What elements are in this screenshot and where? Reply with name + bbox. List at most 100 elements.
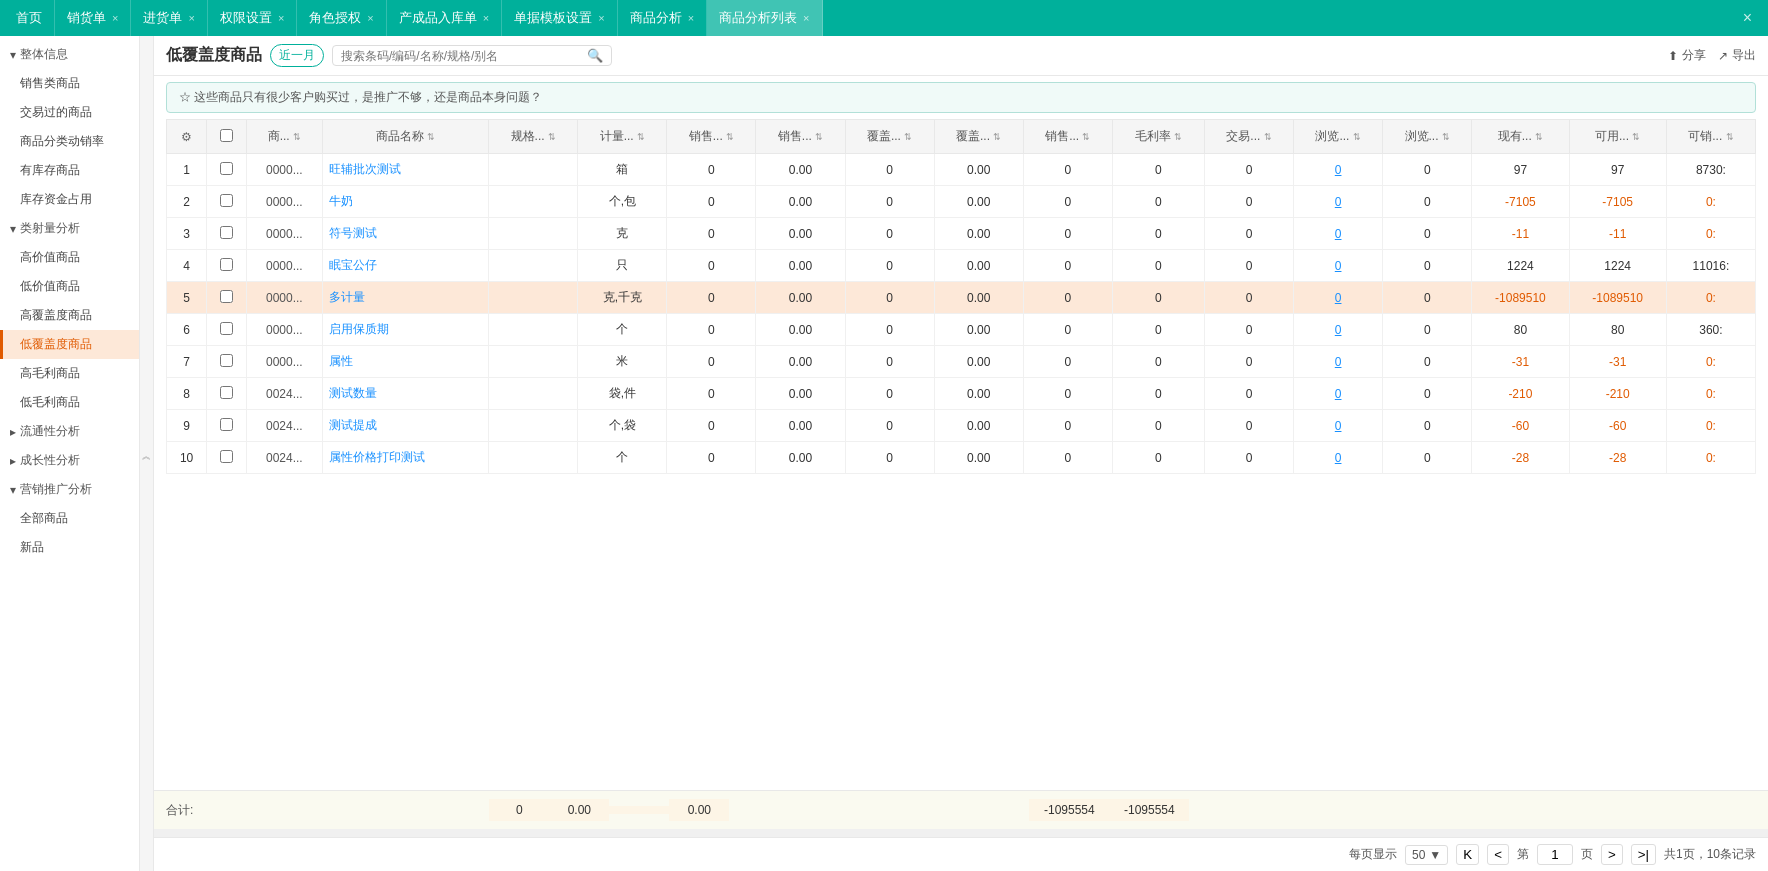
row-checkbox-7[interactable] [220, 386, 233, 399]
nav-tab-product-analysis-list-close[interactable]: × [803, 12, 809, 24]
sidebar-item-low-coverage[interactable]: 低覆盖度商品 [0, 330, 139, 359]
row-name[interactable]: 测试数量 [322, 378, 488, 410]
column-sale-amt[interactable]: 销售... ⇅ [756, 120, 845, 154]
search-icon[interactable]: 🔍 [587, 48, 603, 63]
last-page-button[interactable]: >| [1631, 844, 1656, 865]
global-close-button[interactable]: × [1731, 9, 1764, 27]
nav-tab-product-analysis-list[interactable]: 商品分析列表 × [707, 0, 822, 36]
select-all-checkbox[interactable] [220, 129, 233, 142]
first-page-button[interactable]: K [1456, 844, 1479, 865]
row-browse-count[interactable]: 0 [1294, 186, 1383, 218]
row-browse-count[interactable]: 0 [1294, 378, 1383, 410]
row-name[interactable]: 眠宝公仔 [322, 250, 488, 282]
sidebar-item-low-value[interactable]: 低价值商品 [0, 272, 139, 301]
row-browse-count[interactable]: 0 [1294, 314, 1383, 346]
row-checkbox-8[interactable] [220, 418, 233, 431]
row-checkbox-5[interactable] [220, 322, 233, 335]
nav-tab-sales-close[interactable]: × [112, 12, 118, 24]
export-button[interactable]: ↗ 导出 [1718, 47, 1756, 64]
column-saleable-stock[interactable]: 可销... ⇅ [1666, 120, 1755, 154]
sidebar-item-all-goods[interactable]: 全部商品 [0, 504, 139, 533]
sidebar-item-category-turnover[interactable]: 商品分类动销率 [0, 127, 139, 156]
sidebar-item-high-value[interactable]: 高价值商品 [0, 243, 139, 272]
prev-page-button[interactable]: < [1487, 844, 1509, 865]
row-checkbox-9[interactable] [220, 450, 233, 463]
sidebar-item-in-stock-goods[interactable]: 有库存商品 [0, 156, 139, 185]
row-browse-count[interactable]: 0 [1294, 282, 1383, 314]
row-checkbox-6[interactable] [220, 354, 233, 367]
sidebar-item-high-coverage[interactable]: 高覆盖度商品 [0, 301, 139, 330]
nav-tab-product-analysis-list-label: 商品分析列表 [719, 9, 797, 27]
row-browse-count[interactable]: 0 [1294, 250, 1383, 282]
sidebar-item-low-margin[interactable]: 低毛利商品 [0, 388, 139, 417]
row-checkbox-3[interactable] [220, 258, 233, 271]
column-cover-count[interactable]: 覆盖... ⇅ [845, 120, 934, 154]
nav-tab-product-inbound[interactable]: 产成品入库单 × [387, 0, 502, 36]
column-name[interactable]: 商品名称 ⇅ [322, 120, 488, 154]
column-sale-customer[interactable]: 销售... ⇅ [1023, 120, 1112, 154]
nav-tab-role[interactable]: 角色授权 × [297, 0, 386, 36]
nav-tab-product-analysis[interactable]: 商品分析 × [618, 0, 707, 36]
column-usable-stock[interactable]: 可用... ⇅ [1569, 120, 1666, 154]
row-browse-count[interactable]: 0 [1294, 442, 1383, 474]
date-badge[interactable]: 近一月 [270, 44, 324, 67]
row-browse-count[interactable]: 0 [1294, 154, 1383, 186]
sidebar-item-traded-goods[interactable]: 交易过的商品 [0, 98, 139, 127]
row-name[interactable]: 测试提成 [322, 410, 488, 442]
nav-tab-purchase[interactable]: 进货单 × [131, 0, 207, 36]
nav-tab-template[interactable]: 单据模板设置 × [502, 0, 617, 36]
settings-icon[interactable]: ⚙ [181, 130, 192, 144]
row-name[interactable]: 符号测试 [322, 218, 488, 250]
nav-tab-template-close[interactable]: × [598, 12, 604, 24]
column-settings[interactable]: ⚙ [167, 120, 207, 154]
column-current-stock[interactable]: 现有... ⇅ [1472, 120, 1569, 154]
nav-tab-permission-close[interactable]: × [278, 12, 284, 24]
row-name[interactable]: 牛奶 [322, 186, 488, 218]
nav-tab-permission[interactable]: 权限设置 × [208, 0, 297, 36]
row-name[interactable]: 启用保质期 [322, 314, 488, 346]
nav-tab-home[interactable]: 首页 [4, 0, 55, 36]
column-browse-rate[interactable]: 浏览... ⇅ [1383, 120, 1472, 154]
row-browse-count[interactable]: 0 [1294, 218, 1383, 250]
sidebar-item-stock-capital[interactable]: 库存资金占用 [0, 185, 139, 214]
horizontal-scrollbar[interactable] [154, 829, 1768, 837]
row-browse-count[interactable]: 0 [1294, 410, 1383, 442]
nav-tab-purchase-close[interactable]: × [188, 12, 194, 24]
nav-tab-product-inbound-close[interactable]: × [483, 12, 489, 24]
sidebar-collapse-button[interactable]: 《 [140, 36, 154, 871]
row-name[interactable]: 旺辅批次测试 [322, 154, 488, 186]
column-unit[interactable]: 计量... ⇅ [578, 120, 667, 154]
column-cover-rate[interactable]: 覆盖... ⇅ [934, 120, 1023, 154]
column-spec[interactable]: 规格... ⇅ [489, 120, 578, 154]
share-button[interactable]: ⬆ 分享 [1668, 47, 1706, 64]
nav-tab-product-analysis-close[interactable]: × [688, 12, 694, 24]
row-name[interactable]: 属性价格打印测试 [322, 442, 488, 474]
page-number-input[interactable] [1537, 844, 1573, 865]
row-checkbox-2[interactable] [220, 226, 233, 239]
column-gross-rate[interactable]: 毛利率 ⇅ [1112, 120, 1204, 154]
column-sale-qty[interactable]: 销售... ⇅ [667, 120, 756, 154]
sidebar-section-growth[interactable]: ▸ 成长性分析 [0, 446, 139, 475]
sidebar-section-category-analysis[interactable]: ▾ 类射量分析 [0, 214, 139, 243]
row-checkbox-1[interactable] [220, 194, 233, 207]
row-checkbox-0[interactable] [220, 162, 233, 175]
row-browse-count[interactable]: 0 [1294, 346, 1383, 378]
next-page-button[interactable]: > [1601, 844, 1623, 865]
nav-tab-sales[interactable]: 销货单 × [55, 0, 131, 36]
row-checkbox-4[interactable] [220, 290, 233, 303]
column-browse-count[interactable]: 浏览... ⇅ [1294, 120, 1383, 154]
sidebar-item-sales-goods[interactable]: 销售类商品 [0, 69, 139, 98]
sidebar-section-marketing[interactable]: ▾ 营销推广分析 [0, 475, 139, 504]
sidebar-section-liquidity[interactable]: ▸ 流通性分析 [0, 417, 139, 446]
column-code[interactable]: 商... ⇅ [246, 120, 322, 154]
sidebar-item-new-goods[interactable]: 新品 [0, 533, 139, 562]
sidebar-item-high-margin[interactable]: 高毛利商品 [0, 359, 139, 388]
row-name[interactable]: 多计量 [322, 282, 488, 314]
column-checkbox[interactable] [207, 120, 247, 154]
row-name[interactable]: 属性 [322, 346, 488, 378]
sidebar-section-overall[interactable]: ▾ 整体信息 [0, 40, 139, 69]
page-size-select[interactable]: 50 ▼ [1405, 845, 1448, 865]
nav-tab-role-close[interactable]: × [367, 12, 373, 24]
column-trade-count[interactable]: 交易... ⇅ [1204, 120, 1293, 154]
search-input[interactable] [341, 49, 583, 63]
